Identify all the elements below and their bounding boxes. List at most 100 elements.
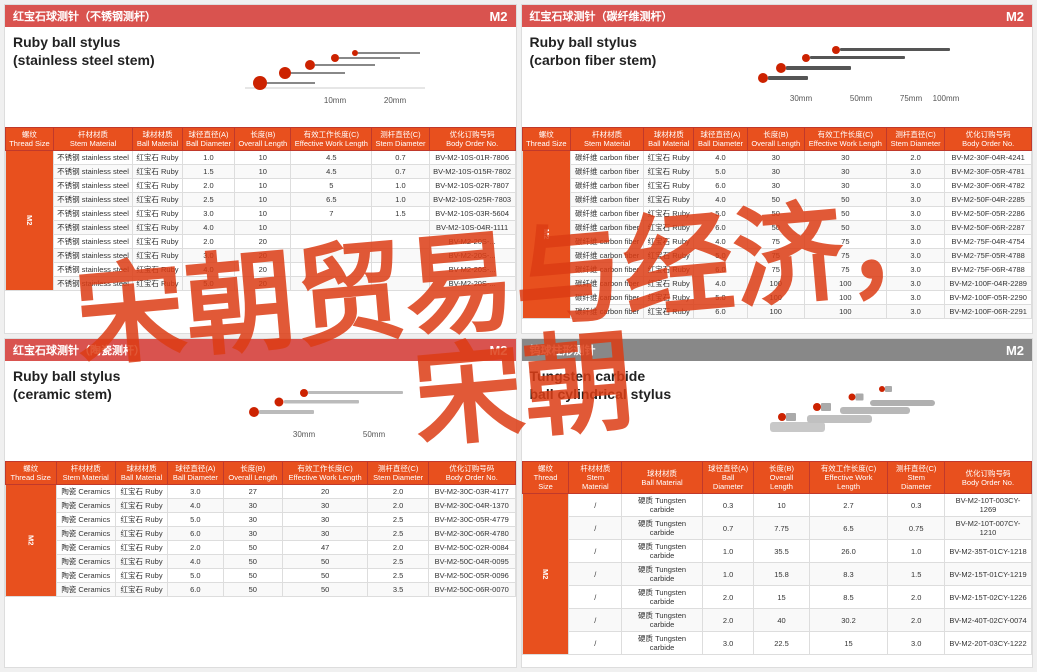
- panel-body-stainless: Ruby ball stylus (stainless steel stem): [5, 27, 516, 333]
- panel-badge-ceramic: M2: [489, 343, 507, 358]
- col-thread: 螺纹Thread Size: [6, 462, 57, 485]
- panel-header-carbon: 红宝石球测针（碳纤维测杆） M2: [522, 5, 1033, 27]
- product-section-carbon: Ruby ball stylus (carbon fiber stem) 30m…: [522, 27, 1033, 127]
- table-row: 碳纤维 carbon fiber 红宝石 Ruby 5.0 75 75 3.0 …: [522, 249, 1032, 263]
- table-row: 不锈钢 stainless steel 红宝石 Ruby 5.0 20 BV-M…: [6, 277, 516, 291]
- panel-body-tungsten: Tungsten carbide ball cylindrical stylus: [522, 361, 1033, 667]
- data-table-carbon: 螺纹Thread Size 杆材材质Stem Material 球材材质Ball…: [522, 127, 1033, 319]
- panel-stainless: 红宝石球测针（不锈钢测杆） M2 Ruby ball stylus (stain…: [4, 4, 517, 334]
- table-row: 碳纤维 carbon fiber 红宝石 Ruby 5.0 50 50 3.0 …: [522, 207, 1032, 221]
- col-thread: 螺纹Thread Size: [522, 462, 569, 494]
- table-row: 不锈钢 stainless steel 红宝石 Ruby 2.0 10 5 1.…: [6, 179, 516, 193]
- col-ball-mat: 球材材质Ball Material: [622, 462, 703, 494]
- table-row: M2 不锈钢 stainless steel 红宝石 Ruby 1.0 10 4…: [6, 151, 516, 165]
- col-stem-dia: 测杆直径(C)Stem Diameter: [888, 462, 944, 494]
- table-row: 不锈钢 stainless steel 红宝石 Ruby 3.0 10 7 1.…: [6, 207, 516, 221]
- table-row: / 硬质 Tungsten carbide 2.0 15 8.5 2.0 BV-…: [522, 586, 1032, 609]
- table-row: 不锈钢 stainless steel 红宝石 Ruby 4.0 10 BV-M…: [6, 221, 516, 235]
- diagram-svg-ceramic: 30mm 50mm: [234, 367, 434, 442]
- main-grid: 红宝石球测针（不锈钢测杆） M2 Ruby ball stylus (stain…: [0, 0, 1037, 672]
- product-diagram-ceramic: 30mm 50mm: [161, 367, 508, 442]
- table-wrapper-tungsten: 螺纹Thread Size 杆材材质Stem Material 球材材质Ball…: [522, 461, 1033, 667]
- col-ball-dia: 球径直径(A)Ball Diameter: [182, 128, 234, 151]
- panel-badge-stainless: M2: [489, 9, 507, 24]
- col-stem-mat: 杆材材质Stem Material: [571, 128, 644, 151]
- col-thread: 螺纹Thread Size: [522, 128, 571, 151]
- col-thread: 螺纹Thread Size: [6, 128, 54, 151]
- col-order: 优化订购号码Body Order No.: [428, 462, 515, 485]
- product-diagram-tungsten: [679, 367, 1024, 442]
- svg-text:30mm: 30mm: [790, 94, 813, 103]
- table-row: 碳纤维 carbon fiber 红宝石 Ruby 6.0 100 100 3.…: [522, 305, 1032, 319]
- table-row: 陶瓷 Ceramics 红宝石 Ruby 5.0 30 30 2.5 BV-M2…: [6, 513, 516, 527]
- col-stem-dia: 测杆直径(C)Stem Diameter: [372, 128, 430, 151]
- thread-cell: M2: [6, 151, 54, 291]
- table-row: 不锈钢 stainless steel 红宝石 Ruby 2.0 20 BV-M…: [6, 235, 516, 249]
- panel-title-tungsten: 钨球柱形测针: [530, 342, 596, 358]
- panel-title-carbon: 红宝石球测针（碳纤维测杆）: [530, 8, 673, 24]
- table-row: / 硬质 Tungsten carbide 1.0 15.8 8.3 1.5 B…: [522, 563, 1032, 586]
- table-row: 陶瓷 Ceramics 红宝石 Ruby 5.0 50 50 2.5 BV-M2…: [6, 569, 516, 583]
- table-row: 不锈钢 stainless steel 红宝石 Ruby 4.0 20 BV-M…: [6, 263, 516, 277]
- svg-text:10mm: 10mm: [324, 96, 347, 105]
- col-stem-mat: 杆材材质Stem Material: [56, 462, 115, 485]
- product-title-ceramic: Ruby ball stylus (ceramic stem): [13, 367, 153, 403]
- svg-text:75mm: 75mm: [900, 94, 923, 103]
- col-order: 优化订购号码Body Order No.: [944, 462, 1031, 494]
- svg-text:50mm: 50mm: [850, 94, 873, 103]
- table-row: / 硬质 Tungsten carbide 2.0 40 30.2 2.0 BV…: [522, 609, 1032, 632]
- col-ball-dia: 球径直径(A)Ball Diameter: [702, 462, 754, 494]
- table-row: 碳纤维 carbon fiber 红宝石 Ruby 5.0 100 100 3.…: [522, 291, 1032, 305]
- table-row: 陶瓷 Ceramics 红宝石 Ruby 4.0 30 30 2.0 BV-M2…: [6, 499, 516, 513]
- table-wrapper-carbon: 螺纹Thread Size 杆材材质Stem Material 球材材质Ball…: [522, 127, 1033, 333]
- table-row: 碳纤维 carbon fiber 红宝石 Ruby 4.0 100 100 3.…: [522, 277, 1032, 291]
- svg-text:50mm: 50mm: [363, 430, 386, 439]
- col-eff-length: 有效工作长度(C)Effective Work Length: [282, 462, 367, 485]
- col-stem-mat: 杆材材质Stem Material: [53, 128, 132, 151]
- product-diagram-stainless: 10mm 20mm: [163, 33, 508, 108]
- col-order: 优化订购号码Body Order No.: [429, 128, 515, 151]
- table-wrapper-ceramic: 螺纹Thread Size 杆材材质Stem Material 球材材质Ball…: [5, 461, 516, 667]
- diagram-svg-carbon: 30mm 50mm 75mm 100mm: [741, 33, 961, 108]
- table-row: 碳纤维 carbon fiber 红宝石 Ruby 6.0 50 50 3.0 …: [522, 221, 1032, 235]
- col-eff-length: 有效工作长度(C)Effective Work Length: [809, 462, 888, 494]
- col-length: 长度(B)Overall Length: [235, 128, 291, 151]
- table-row: / 硬质 Tungsten carbide 1.0 35.5 26.0 1.0 …: [522, 540, 1032, 563]
- col-length: 长度(B)Overall Length: [747, 128, 804, 151]
- panel-title-stainless: 红宝石球测针（不锈钢测杆）: [13, 8, 156, 24]
- data-table-ceramic: 螺纹Thread Size 杆材材质Stem Material 球材材质Ball…: [5, 461, 516, 597]
- table-row: M2 陶瓷 Ceramics 红宝石 Ruby 3.0 27 20 2.0 BV…: [6, 485, 516, 499]
- col-ball-mat: 球材材质Ball Material: [115, 462, 167, 485]
- data-table-tungsten: 螺纹Thread Size 杆材材质Stem Material 球材材质Ball…: [522, 461, 1033, 655]
- table-row: M2 / 硬质 Tungsten carbide 0.3 10 2.7 0.3 …: [522, 494, 1032, 517]
- col-ball-mat: 球材材质Ball Material: [644, 128, 694, 151]
- table-row: 碳纤维 carbon fiber 红宝石 Ruby 4.0 75 75 3.0 …: [522, 235, 1032, 249]
- table-row: 不锈钢 stainless steel 红宝石 Ruby 2.5 10 6.5 …: [6, 193, 516, 207]
- col-length: 长度(B)Overall Length: [754, 462, 809, 494]
- table-row: 碳纤维 carbon fiber 红宝石 Ruby 5.0 30 30 3.0 …: [522, 165, 1032, 179]
- panel-title-ceramic: 红宝石球测针（陶瓷测杆）: [13, 342, 145, 358]
- product-section-tungsten: Tungsten carbide ball cylindrical stylus: [522, 361, 1033, 461]
- col-eff-length: 有效工作长度(C)Effective Work Length: [291, 128, 372, 151]
- thread-cell-carbon: M2: [522, 151, 571, 319]
- product-title-tungsten: Tungsten carbide ball cylindrical stylus: [530, 367, 672, 403]
- panel-body-ceramic: Ruby ball stylus (ceramic stem) 30mm 50m…: [5, 361, 516, 667]
- table-row: M2 碳纤维 carbon fiber 红宝石 Ruby 4.0 30 30 2…: [522, 151, 1032, 165]
- table-wrapper-stainless: 螺纹Thread Size 杆材材质Stem Material 球材材质Ball…: [5, 127, 516, 333]
- panel-tungsten: 钨球柱形测针 M2 Tungsten carbide ball cylindri…: [521, 338, 1034, 668]
- table-row: 不锈钢 stainless steel 红宝石 Ruby 1.5 10 4.5 …: [6, 165, 516, 179]
- panel-ceramic: 红宝石球测针（陶瓷测杆） M2 Ruby ball stylus (cerami…: [4, 338, 517, 668]
- data-table-stainless: 螺纹Thread Size 杆材材质Stem Material 球材材质Ball…: [5, 127, 516, 291]
- product-section-stainless: Ruby ball stylus (stainless steel stem): [5, 27, 516, 127]
- table-row: / 硬质 Tungsten carbide 3.0 22.5 15 3.0 BV…: [522, 632, 1032, 655]
- product-title-stainless: Ruby ball stylus (stainless steel stem): [13, 33, 155, 69]
- panel-header-ceramic: 红宝石球测针（陶瓷测杆） M2: [5, 339, 516, 361]
- col-ball-dia: 球径直径(A)Ball Diameter: [168, 462, 223, 485]
- diagram-svg-stainless: 10mm 20mm: [235, 33, 435, 108]
- table-row: 碳纤维 carbon fiber 红宝石 Ruby 6.0 75 75 3.0 …: [522, 263, 1032, 277]
- table-row: 陶瓷 Ceramics 红宝石 Ruby 2.0 50 47 2.0 BV-M2…: [6, 541, 516, 555]
- col-stem-dia: 测杆直径(C)Stem Diameter: [368, 462, 429, 485]
- diagram-svg-tungsten: [762, 367, 942, 442]
- col-ball-mat: 球材材质Ball Material: [133, 128, 183, 151]
- col-order: 优化订购号码Body Order No.: [945, 128, 1032, 151]
